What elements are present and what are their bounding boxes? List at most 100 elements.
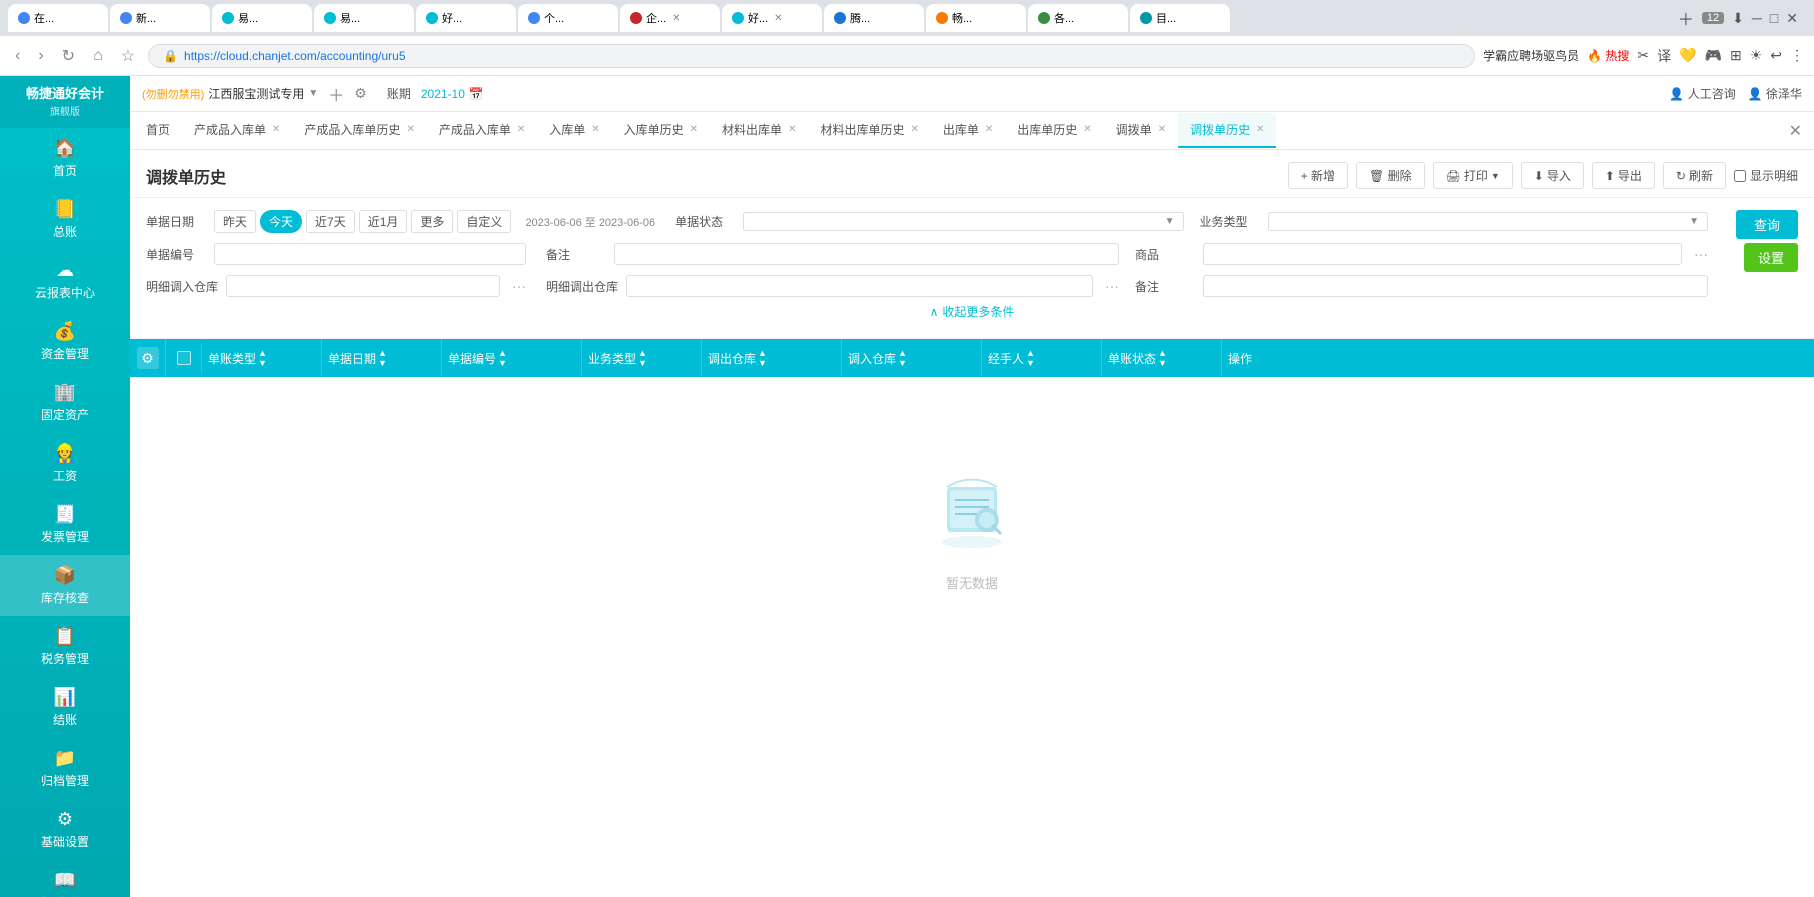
- tab-close-stock-out-history[interactable]: ✕: [1083, 124, 1091, 135]
- theme-icon[interactable]: ☀: [1750, 47, 1763, 64]
- menu-icon[interactable]: ⋮: [1790, 47, 1804, 64]
- status-select[interactable]: ▼: [743, 212, 1183, 231]
- sidebar-item-salary[interactable]: 👷 工资: [0, 433, 130, 494]
- gear-icon[interactable]: ⚙: [354, 85, 367, 102]
- close-btn[interactable]: ✕: [1786, 10, 1798, 27]
- select-all-checkbox[interactable]: [177, 351, 191, 365]
- th-in-warehouse[interactable]: 调入仓库 ▲▼: [842, 340, 982, 376]
- th-checkbox[interactable]: [166, 343, 202, 373]
- browser-tab-8[interactable]: 腾...: [824, 4, 924, 32]
- maximize-btn[interactable]: □: [1770, 10, 1778, 26]
- display-toggle[interactable]: 显示明细: [1734, 167, 1798, 184]
- tab-close-stock-out[interactable]: ✕: [985, 124, 993, 135]
- th-doc-type[interactable]: 单账类型 ▲▼: [202, 340, 322, 376]
- tab-stock-out-history[interactable]: 出库单历史 ✕: [1005, 113, 1103, 148]
- sidebar-item-finance[interactable]: 💰 资金管理: [0, 311, 130, 372]
- date-today-btn[interactable]: 今天: [260, 210, 302, 233]
- bookmark-btn[interactable]: ☆: [116, 44, 140, 68]
- extensions-icon[interactable]: ✂: [1637, 47, 1649, 64]
- grid-icon[interactable]: ⊞: [1730, 47, 1742, 64]
- tab-product-stock-in[interactable]: 产成品入库单 ✕: [182, 113, 292, 148]
- browser-tab-7[interactable]: 好... ✕: [722, 4, 822, 32]
- new-tab-btn[interactable]: ＋: [1678, 6, 1694, 30]
- sidebar-item-home[interactable]: 🏠 首页: [0, 128, 130, 189]
- th-doc-date[interactable]: 单据日期 ▲▼: [322, 340, 442, 376]
- sidebar-item-ledger[interactable]: 📒 总账: [0, 189, 130, 250]
- browser-tab-10[interactable]: 各...: [1028, 4, 1128, 32]
- browser-tab-5[interactable]: 个...: [518, 4, 618, 32]
- wallet-icon[interactable]: 💛: [1679, 47, 1696, 64]
- tab-bar-close-btn[interactable]: ✕: [1781, 121, 1810, 141]
- tab-transfer[interactable]: 调拨单 ✕: [1104, 113, 1178, 148]
- sidebar-item-tax[interactable]: 📋 税务管理: [0, 616, 130, 677]
- tab-stock-in[interactable]: 入库单 ✕: [537, 113, 611, 148]
- collapse-btn[interactable]: ∧ 收起更多条件: [146, 297, 1798, 326]
- import-btn[interactable]: ⬇ 导入: [1521, 162, 1584, 189]
- address-bar[interactable]: 🔒 https://cloud.chanjet.com/accounting/u…: [148, 44, 1475, 68]
- browser-tab-9[interactable]: 畅...: [926, 4, 1026, 32]
- browser-tab-1[interactable]: 新...: [110, 4, 210, 32]
- tab-close-transfer-history[interactable]: ✕: [1256, 124, 1264, 135]
- display-checkbox[interactable]: [1734, 170, 1746, 182]
- tab-material-out[interactable]: 材料出库单 ✕: [710, 113, 808, 148]
- query-btn[interactable]: 查询: [1736, 210, 1798, 239]
- tab-close-product-stock-in2[interactable]: ✕: [517, 124, 525, 135]
- th-handler[interactable]: 经手人 ▲▼: [982, 340, 1102, 376]
- tab-product-stock-in-history[interactable]: 产成品入库单历史 ✕: [292, 113, 426, 148]
- sidebar-item-inventory[interactable]: 📦 库存核查: [0, 555, 130, 616]
- sidebar-item-cloud-report[interactable]: ☁ 云报表中心: [0, 250, 130, 311]
- tab-close-stock-in-history[interactable]: ✕: [690, 124, 698, 135]
- browser-tab-3[interactable]: 易...: [314, 4, 414, 32]
- in-warehouse-input[interactable]: [226, 275, 500, 297]
- minimize-btn[interactable]: ─: [1752, 10, 1762, 26]
- game-icon[interactable]: 🎮: [1705, 47, 1722, 64]
- browser-tab-6[interactable]: 企... ✕: [620, 4, 720, 32]
- remark-input[interactable]: [614, 243, 1119, 265]
- goods-more-icon[interactable]: ···: [1694, 246, 1708, 262]
- sidebar-item-invoice[interactable]: 🧾 发票管理: [0, 494, 130, 555]
- biz-type-select[interactable]: ▼: [1268, 212, 1708, 231]
- browser-tab-11[interactable]: 目...: [1130, 4, 1230, 32]
- forward-btn[interactable]: ›: [33, 45, 48, 67]
- sidebar-item-settings[interactable]: ⚙ 基础设置: [0, 799, 130, 860]
- tab-close-material-out-history[interactable]: ✕: [910, 124, 918, 135]
- sidebar-item-archive[interactable]: 📁 归档管理: [0, 738, 130, 799]
- remark2-input[interactable]: [1203, 275, 1708, 297]
- th-biz-type[interactable]: 业务类型 ▲▼: [582, 340, 702, 376]
- print-btn[interactable]: 🖨 🖨 打印 打印 ▼: [1433, 162, 1513, 189]
- tab-close-product-stock-in-history[interactable]: ✕: [406, 124, 414, 135]
- doc-num-input[interactable]: [214, 243, 526, 265]
- date-1month-btn[interactable]: 近1月: [359, 210, 408, 233]
- browser-tab-4[interactable]: 好...: [416, 4, 516, 32]
- period-selector[interactable]: 2021-10 📅: [421, 87, 484, 101]
- refresh-btn[interactable]: ↻ 刷新: [1663, 162, 1726, 189]
- home-btn[interactable]: ⌂: [88, 45, 108, 67]
- column-settings-icon[interactable]: ⚙: [137, 347, 159, 369]
- date-more-btn[interactable]: 更多: [411, 210, 453, 233]
- downloads-icon[interactable]: ⬇: [1732, 10, 1744, 27]
- reload-btn[interactable]: ↻: [57, 44, 80, 68]
- out-warehouse-more-icon[interactable]: ···: [1105, 278, 1119, 294]
- sidebar-item-close[interactable]: 📊 结账: [0, 677, 130, 738]
- tab-close-transfer[interactable]: ✕: [1158, 124, 1166, 135]
- goods-input[interactable]: [1203, 243, 1682, 265]
- date-custom-btn[interactable]: 自定义: [457, 210, 511, 233]
- set-btn[interactable]: 设置: [1744, 243, 1798, 272]
- translate-icon[interactable]: 译: [1657, 46, 1671, 66]
- user-avatar[interactable]: 👤 徐泽华: [1748, 85, 1802, 102]
- tab-close-icon-6[interactable]: ✕: [672, 13, 680, 24]
- date-yesterday-btn[interactable]: 昨天: [214, 210, 256, 233]
- tab-stock-in-history[interactable]: 入库单历史 ✕: [612, 113, 710, 148]
- tab-home[interactable]: 首页: [134, 113, 182, 148]
- out-warehouse-input[interactable]: [626, 275, 1093, 297]
- tab-close-material-out[interactable]: ✕: [788, 124, 796, 135]
- sidebar-item-guide[interactable]: 📖 新手引导: [0, 860, 130, 897]
- date-7days-btn[interactable]: 近7天: [306, 210, 355, 233]
- delete-btn[interactable]: 🗑 删除: [1356, 162, 1425, 189]
- tab-close-product-stock-in[interactable]: ✕: [272, 124, 280, 135]
- tab-close-stock-in[interactable]: ✕: [591, 124, 599, 135]
- new-btn[interactable]: + 新增: [1288, 162, 1348, 189]
- company-selector[interactable]: (勿删勿禁用) 江西服宝测试专用 ▼: [142, 85, 318, 102]
- service-btn[interactable]: 👤 人工咨询: [1669, 85, 1735, 102]
- export-btn[interactable]: ⬆ 导出: [1592, 162, 1655, 189]
